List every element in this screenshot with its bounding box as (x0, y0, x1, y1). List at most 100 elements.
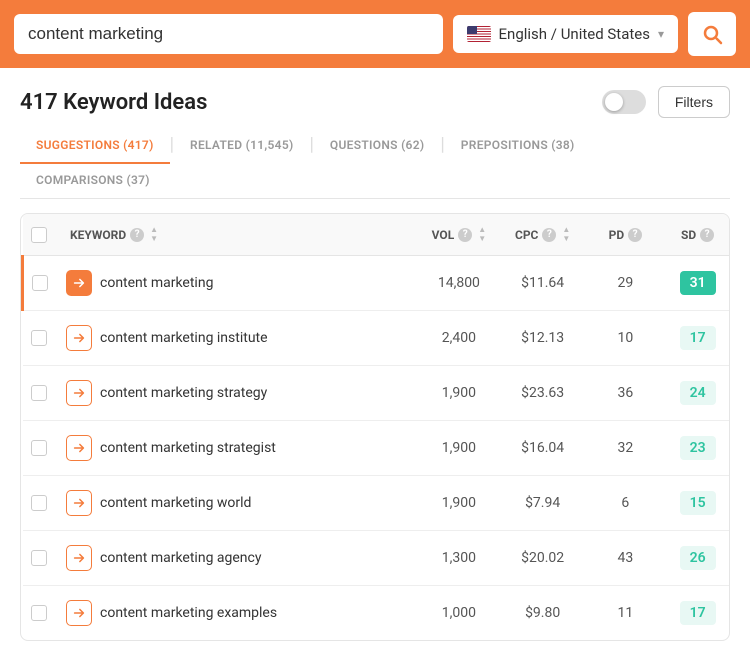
row-sd-cell: 17 (666, 586, 729, 641)
row-pd-cell: 36 (585, 366, 667, 421)
keyword-arrow-button[interactable] (66, 325, 92, 351)
row-keyword-cell: content marketing strategy (56, 366, 417, 421)
arrow-right-icon (72, 386, 86, 400)
row-keyword-cell: content marketing strategist (56, 421, 417, 476)
keyword-text: content marketing institute (100, 330, 268, 346)
row-checkbox[interactable] (31, 330, 47, 346)
row-sd-cell: 24 (666, 366, 729, 421)
table-header-row: KEYWORD ? ▲ ▼ VOL ? (23, 214, 730, 256)
search-button[interactable] (688, 12, 736, 56)
cpc-sort-asc: ▲ (562, 226, 570, 234)
keyword-arrow-button[interactable] (66, 270, 92, 296)
tabs-bar: SUGGESTIONS (417) | RELATED (11,545) | Q… (20, 132, 730, 199)
chevron-down-icon: ▾ (658, 27, 664, 41)
keyword-arrow-button[interactable] (66, 545, 92, 571)
keyword-text: content marketing examples (100, 605, 277, 621)
cpc-sort-arrows[interactable]: ▲ ▼ (562, 226, 570, 243)
row-pd-cell: 10 (585, 311, 667, 366)
vol-sort-asc: ▲ (478, 226, 486, 234)
table-row: content marketing institute 2,400 $12.13… (23, 311, 730, 366)
col-sd[interactable]: SD ? (666, 214, 729, 256)
sd-badge: 23 (680, 436, 716, 460)
keyword-text: content marketing world (100, 495, 251, 511)
language-selector[interactable]: English / United States ▾ (453, 15, 678, 53)
tab-prepositions[interactable]: PREPOSITIONS (38) (445, 132, 591, 164)
tab-comparisons[interactable]: COMPARISONS (37) (20, 167, 166, 199)
col-keyword[interactable]: KEYWORD ? ▲ ▼ (56, 214, 417, 256)
row-checkbox-cell (23, 476, 57, 531)
row-cpc-cell: $23.63 (501, 366, 585, 421)
row-sd-cell: 23 (666, 421, 729, 476)
keyword-arrow-button[interactable] (66, 600, 92, 626)
keyword-arrow-button[interactable] (66, 490, 92, 516)
row-cpc-cell: $20.02 (501, 531, 585, 586)
keyword-arrow-button[interactable] (66, 435, 92, 461)
tab-related[interactable]: RELATED (11,545) (174, 132, 310, 164)
vol-sort-arrows[interactable]: ▲ ▼ (478, 226, 486, 243)
sd-help-icon: ? (700, 228, 714, 242)
arrow-right-icon (72, 331, 86, 345)
row-checkbox-cell (23, 256, 57, 311)
col-pd[interactable]: PD ? (585, 214, 667, 256)
keyword-ideas-title: 417 Keyword Ideas (20, 90, 207, 115)
keyword-arrow-button[interactable] (66, 380, 92, 406)
keyword-text: content marketing (100, 275, 213, 291)
row-vol-cell: 1,900 (417, 366, 501, 421)
row-sd-cell: 26 (666, 531, 729, 586)
table-row: content marketing world 1,900 $7.94 6 15 (23, 476, 730, 531)
row-checkbox-cell (23, 586, 57, 641)
row-pd-cell: 43 (585, 531, 667, 586)
arrow-right-icon (72, 551, 86, 565)
row-checkbox-cell (23, 311, 57, 366)
keyword-help-icon: ? (130, 228, 144, 242)
row-checkbox[interactable] (31, 440, 47, 456)
main-content: 417 Keyword Ideas Filters SUGGESTIONS (4… (0, 68, 750, 651)
tab-questions[interactable]: QUESTIONS (62) (314, 132, 440, 164)
tab-suggestions[interactable]: SUGGESTIONS (417) (20, 132, 170, 164)
flag-us-icon (467, 26, 491, 42)
row-cpc-cell: $7.94 (501, 476, 585, 531)
row-checkbox[interactable] (31, 605, 47, 621)
cpc-help-icon: ? (542, 228, 556, 242)
row-checkbox-cell (23, 531, 57, 586)
sort-asc-icon: ▲ (150, 226, 158, 234)
col-pd-label: PD (609, 228, 625, 242)
row-checkbox[interactable] (31, 550, 47, 566)
vol-sort-desc: ▼ (478, 235, 486, 243)
row-pd-cell: 32 (585, 421, 667, 476)
row-keyword-cell: content marketing world (56, 476, 417, 531)
row-keyword-cell: content marketing agency (56, 531, 417, 586)
col-vol[interactable]: VOL ? ▲ ▼ (417, 214, 501, 256)
keyword-text: content marketing strategist (100, 440, 276, 456)
row-pd-cell: 29 (585, 256, 667, 311)
pd-help-icon: ? (628, 228, 642, 242)
row-checkbox[interactable] (31, 385, 47, 401)
row-vol-cell: 14,800 (417, 256, 501, 311)
arrow-right-icon (72, 496, 86, 510)
keyword-ideas-header: 417 Keyword Ideas Filters (20, 86, 730, 118)
header-checkbox[interactable] (31, 227, 47, 243)
row-pd-cell: 6 (585, 476, 667, 531)
table-row: content marketing agency 1,300 $20.02 43… (23, 531, 730, 586)
keyword-text: content marketing strategy (100, 385, 267, 401)
search-input[interactable] (28, 24, 429, 44)
row-checkbox-cell (23, 366, 57, 421)
col-vol-label: VOL (432, 228, 455, 242)
row-checkbox[interactable] (32, 275, 48, 291)
row-checkbox[interactable] (31, 495, 47, 511)
sd-badge: 15 (680, 491, 716, 515)
search-icon (700, 22, 724, 46)
toggle-switch[interactable] (602, 90, 646, 114)
col-cpc-label: CPC (515, 228, 538, 242)
row-cpc-cell: $9.80 (501, 586, 585, 641)
filters-button[interactable]: Filters (658, 86, 730, 118)
row-cpc-cell: $12.13 (501, 311, 585, 366)
table-row: content marketing 14,800 $11.64 29 31 (23, 256, 730, 311)
arrow-right-icon (72, 606, 86, 620)
keyword-sort-arrows[interactable]: ▲ ▼ (150, 226, 158, 243)
sd-badge: 17 (680, 601, 716, 625)
row-checkbox-cell (23, 421, 57, 476)
col-cpc[interactable]: CPC ? ▲ ▼ (501, 214, 585, 256)
search-input-wrapper[interactable] (14, 14, 443, 54)
sd-badge: 26 (680, 546, 716, 570)
